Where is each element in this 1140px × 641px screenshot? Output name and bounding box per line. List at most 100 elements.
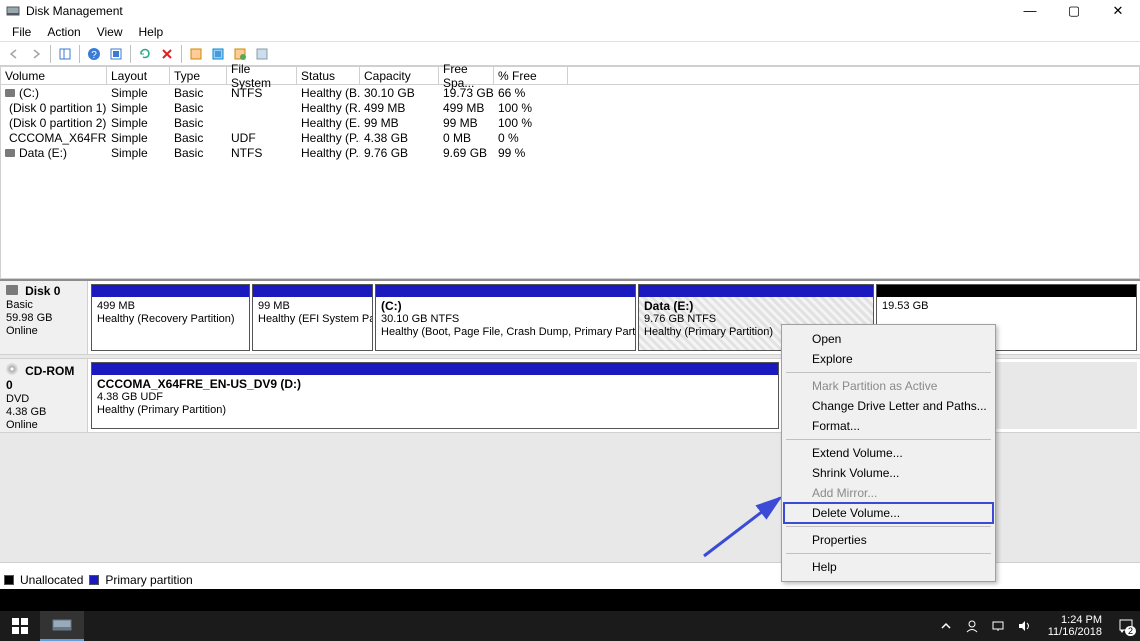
ctx-help[interactable]: Help: [784, 557, 993, 577]
ctx-shrink[interactable]: Shrink Volume...: [784, 463, 993, 483]
ctx-extend[interactable]: Extend Volume...: [784, 443, 993, 463]
ctx-explore[interactable]: Explore: [784, 349, 993, 369]
forward-button[interactable]: [26, 44, 46, 64]
vol-cap: 499 MB: [360, 101, 439, 115]
tray-volume-icon[interactable]: [1016, 618, 1032, 634]
toolbar: ?: [0, 42, 1140, 66]
col-type[interactable]: Type: [170, 67, 227, 84]
cdrom-label[interactable]: CD-ROM 0 DVD 4.38 GB Online: [0, 359, 88, 432]
vol-free: 499 MB: [439, 101, 494, 115]
hdd-icon: [5, 149, 15, 157]
tray-notifications-icon[interactable]: 2: [1118, 618, 1134, 634]
action3-button[interactable]: [230, 44, 250, 64]
vol-fs: UDF: [227, 131, 297, 145]
settings-button[interactable]: [106, 44, 126, 64]
legend-swatch-unallocated: [4, 575, 14, 585]
disk0-name: Disk 0: [25, 284, 60, 298]
col-layout[interactable]: Layout: [107, 67, 170, 84]
col-freespace[interactable]: Free Spa...: [439, 67, 494, 84]
delete-icon[interactable]: [157, 44, 177, 64]
disk0-partition-recovery[interactable]: 499 MB Healthy (Recovery Partition): [91, 284, 250, 351]
taskbar: 1:24 PM 11/16/2018 2: [0, 611, 1140, 641]
menu-action[interactable]: Action: [39, 23, 88, 41]
legend-swatch-primary: [89, 575, 99, 585]
vol-status: Healthy (R...: [297, 101, 360, 115]
col-volume[interactable]: Volume: [1, 67, 107, 84]
legend: Unallocated Primary partition: [4, 572, 193, 588]
refresh-button[interactable]: [135, 44, 155, 64]
vol-layout: Simple: [107, 86, 170, 100]
vol-status: Healthy (B...: [297, 86, 360, 100]
ctx-open[interactable]: Open: [784, 329, 993, 349]
menu-help[interactable]: Help: [131, 23, 172, 41]
col-filesystem[interactable]: File System: [227, 67, 297, 84]
cdrom-type: DVD: [6, 393, 29, 405]
window-title: Disk Management: [26, 4, 1008, 18]
disk0-partition-efi[interactable]: 99 MB Healthy (EFI System Part: [252, 284, 373, 351]
tray-network-icon[interactable]: [990, 618, 1006, 634]
volume-table-header: Volume Layout Type File System Status Ca…: [1, 67, 1139, 85]
ctx-add-mirror: Add Mirror...: [784, 483, 993, 503]
disk0-partition-c[interactable]: (C:) 30.10 GB NTFS Healthy (Boot, Page F…: [375, 284, 636, 351]
disk0-label[interactable]: Disk 0 Basic 59.98 GB Online: [0, 281, 88, 354]
col-status[interactable]: Status: [297, 67, 360, 84]
show-hide-tree-button[interactable]: [55, 44, 75, 64]
disk-mgmt-icon: [6, 4, 20, 18]
vol-pct: 100 %: [494, 101, 568, 115]
notif-count: 2: [1125, 626, 1136, 636]
ctx-change-letter[interactable]: Change Drive Letter and Paths...: [784, 396, 993, 416]
svg-text:?: ?: [91, 50, 97, 61]
vol-free: 0 MB: [439, 131, 494, 145]
action4-button[interactable]: [252, 44, 272, 64]
volume-row[interactable]: CCCOMA_X64FRE...SimpleBasicUDFHealthy (P…: [1, 130, 1139, 145]
vol-pct: 99 %: [494, 146, 568, 160]
taskbar-disk-mgmt[interactable]: [40, 611, 84, 641]
vol-status: Healthy (P...: [297, 131, 360, 145]
cdrom-size: 4.38 GB: [6, 406, 46, 418]
tray-people-icon[interactable]: [964, 618, 980, 634]
tray-chevron-icon[interactable]: [938, 618, 954, 634]
ctx-delete-volume[interactable]: Delete Volume...: [784, 503, 993, 523]
clock-date: 11/16/2018: [1048, 626, 1102, 638]
vol-type: Basic: [170, 86, 227, 100]
vol-name: (C:): [19, 86, 39, 100]
volume-row[interactable]: (C:)SimpleBasicNTFSHealthy (B...30.10 GB…: [1, 85, 1139, 100]
vol-pct: 100 %: [494, 116, 568, 130]
col-pctfree[interactable]: % Free: [494, 67, 568, 84]
col-capacity[interactable]: Capacity: [360, 67, 439, 84]
vol-cap: 9.76 GB: [360, 146, 439, 160]
action1-button[interactable]: [186, 44, 206, 64]
vol-cap: 99 MB: [360, 116, 439, 130]
volume-row[interactable]: Data (E:)SimpleBasicNTFSHealthy (P...9.7…: [1, 145, 1139, 160]
vol-type: Basic: [170, 116, 227, 130]
close-button[interactable]: ✕: [1096, 0, 1140, 22]
vol-layout: Simple: [107, 131, 170, 145]
start-button[interactable]: [0, 611, 40, 641]
menu-file[interactable]: File: [4, 23, 39, 41]
volume-row[interactable]: (Disk 0 partition 1)SimpleBasicHealthy (…: [1, 100, 1139, 115]
ctx-properties[interactable]: Properties: [784, 530, 993, 550]
cdrom-partition[interactable]: CCCOMA_X64FRE_EN-US_DV9 (D:) 4.38 GB UDF…: [91, 362, 779, 429]
vol-type: Basic: [170, 101, 227, 115]
help-button[interactable]: ?: [84, 44, 104, 64]
vol-layout: Simple: [107, 101, 170, 115]
volume-table: Volume Layout Type File System Status Ca…: [0, 66, 1140, 279]
back-button[interactable]: [4, 44, 24, 64]
action2-button[interactable]: [208, 44, 228, 64]
disk0-state: Online: [6, 325, 38, 337]
maximize-button[interactable]: ▢: [1052, 0, 1096, 22]
volume-row[interactable]: (Disk 0 partition 2)SimpleBasicHealthy (…: [1, 115, 1139, 130]
menu-view[interactable]: View: [89, 23, 131, 41]
taskbar-clock[interactable]: 1:24 PM 11/16/2018: [1042, 612, 1108, 640]
vol-type: Basic: [170, 131, 227, 145]
minimize-button[interactable]: —: [1008, 0, 1052, 22]
vol-cap: 4.38 GB: [360, 131, 439, 145]
vol-pct: 66 %: [494, 86, 568, 100]
vol-free: 9.69 GB: [439, 146, 494, 160]
hdd-icon: [6, 285, 18, 295]
menubar: File Action View Help: [0, 22, 1140, 42]
disk0-type: Basic: [6, 299, 33, 311]
titlebar: Disk Management — ▢ ✕: [0, 0, 1140, 22]
ctx-format[interactable]: Format...: [784, 416, 993, 436]
vol-name: CCCOMA_X64FRE...: [9, 131, 107, 145]
